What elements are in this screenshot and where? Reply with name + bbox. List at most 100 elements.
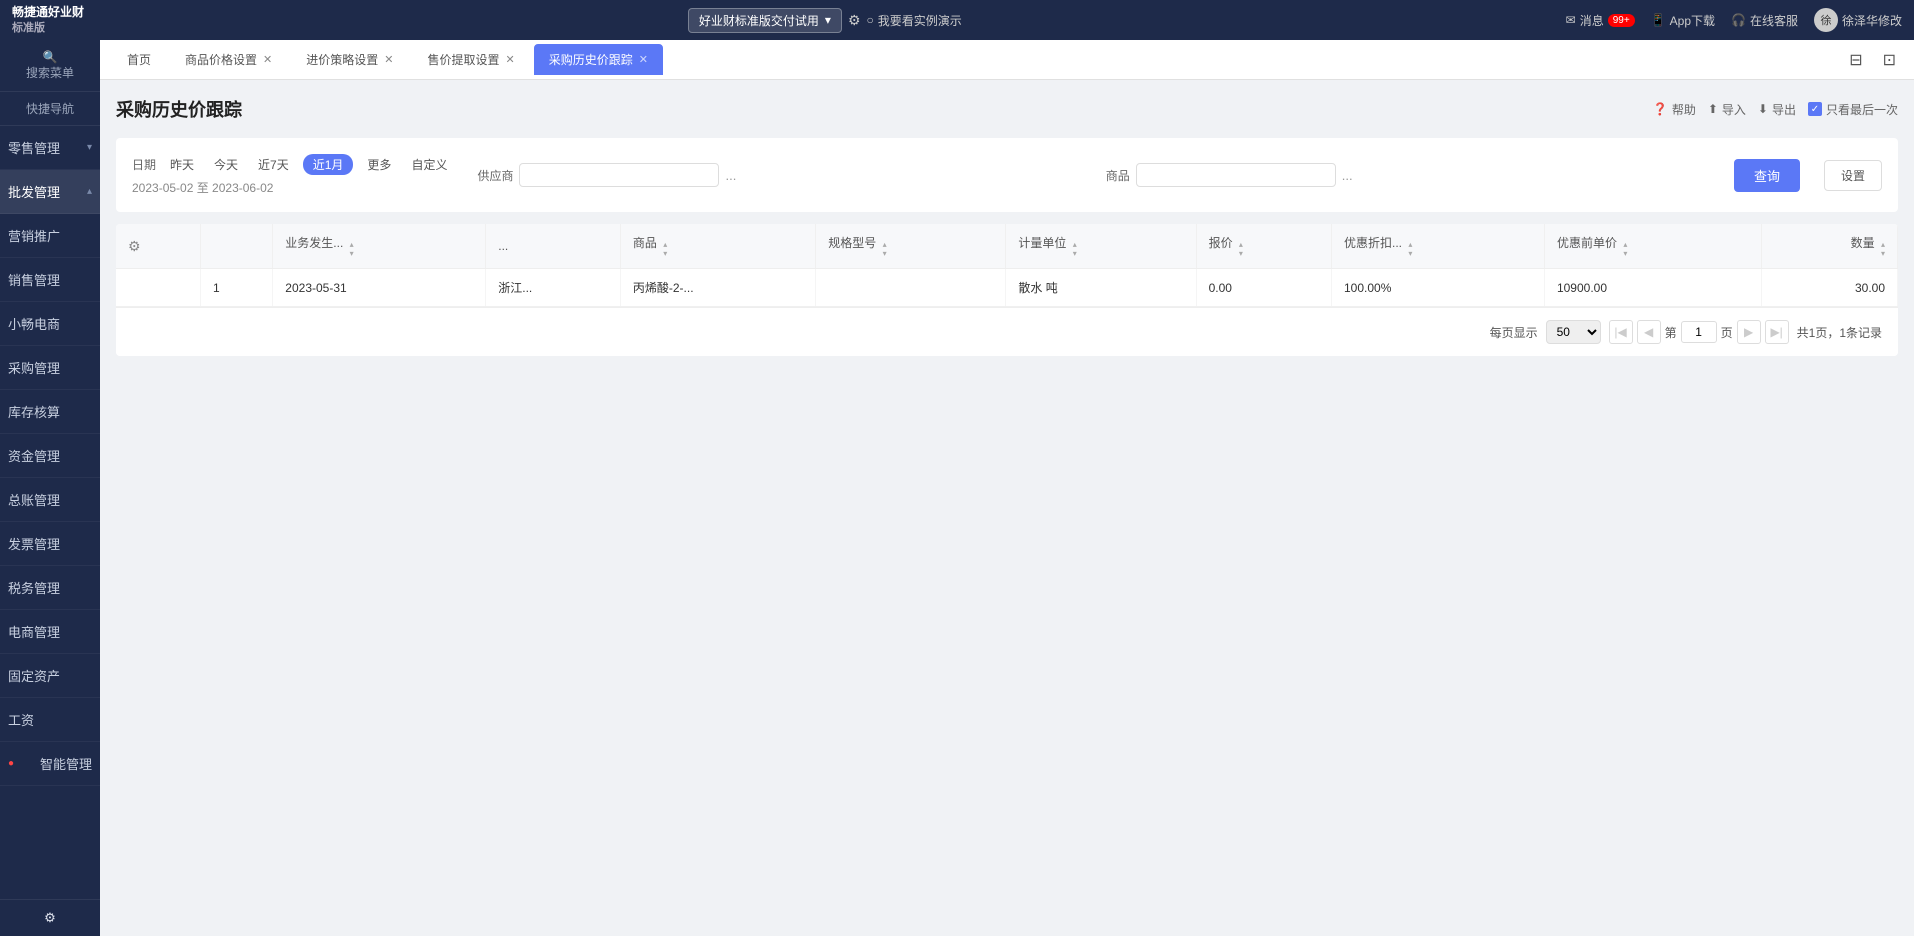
col-price-before[interactable]: 优惠前单价 ▴▾ <box>1544 224 1762 269</box>
sidebar-item-label: 资金管理 <box>8 446 60 465</box>
chevron-down-icon: ▾ <box>825 13 831 27</box>
chevron-up-icon: ▴ <box>87 186 92 197</box>
filter-bar: 日期 昨天 今天 近7天 近1月 更多 自定义 2023-05-02 至 202… <box>116 138 1898 212</box>
sidebar-item-ledger[interactable]: 总账管理 <box>0 478 100 522</box>
filter-row: 日期 昨天 今天 近7天 近1月 更多 自定义 2023-05-02 至 202… <box>132 154 1882 196</box>
col-seq <box>201 224 273 269</box>
tab-home[interactable]: 首页 <box>112 44 166 75</box>
sidebar-item-wholesale[interactable]: 批发管理 ▴ <box>0 170 100 214</box>
per-page-select[interactable]: 50 20 100 200 <box>1546 320 1601 344</box>
chevron-down-icon: ▾ <box>87 142 92 153</box>
cell-gear <box>116 269 201 307</box>
window-minimize-button[interactable]: ⊟ <box>1843 48 1868 72</box>
col-product[interactable]: 商品 ▴▾ <box>620 224 815 269</box>
supplier-more-button[interactable]: ... <box>725 168 736 183</box>
message-button[interactable]: ✉ 消息 99+ <box>1566 12 1635 29</box>
tab-close-history-price[interactable]: ✕ <box>639 53 648 66</box>
date-btn-last1m[interactable]: 近1月 <box>303 154 354 175</box>
sidebar-item-purchase[interactable]: 采购管理 <box>0 346 100 390</box>
col-more[interactable]: ... <box>486 224 621 269</box>
edition-selector[interactable]: 好业财标准版交付试用 ▾ <box>688 8 842 33</box>
sidebar-item-retail[interactable]: 零售管理 ▾ <box>0 126 100 170</box>
first-page-button[interactable]: |◀ <box>1609 320 1633 344</box>
product-label: 商品 <box>1106 167 1130 184</box>
supplier-filter: 供应商 ... <box>477 163 1081 187</box>
sort-icon: ▴▾ <box>1408 240 1412 258</box>
sidebar-item-label: 税务管理 <box>8 578 60 597</box>
export-button[interactable]: ⬇ 导出 <box>1758 101 1796 118</box>
col-qty[interactable]: 数量 ▴▾ <box>1762 224 1898 269</box>
col-quote[interactable]: 报价 ▴▾ <box>1196 224 1331 269</box>
prev-page-button[interactable]: ◀ <box>1637 320 1661 344</box>
date-btn-last7[interactable]: 近7天 <box>252 154 295 175</box>
sidebar-search[interactable]: 🔍 搜索菜单 <box>0 40 100 92</box>
tab-close-purchase-strategy[interactable]: ✕ <box>384 53 393 66</box>
product-more-button[interactable]: ... <box>1342 168 1353 183</box>
tab-price[interactable]: 商品价格设置 ✕ <box>170 44 287 75</box>
sidebar-item-tax[interactable]: 税务管理 <box>0 566 100 610</box>
sidebar-item-label: 销售管理 <box>8 270 60 289</box>
date-btn-today[interactable]: 今天 <box>208 154 244 175</box>
supplier-input[interactable] <box>519 163 719 187</box>
date-btn-custom[interactable]: 自定义 <box>405 154 453 175</box>
cell-date: 2023-05-31 <box>273 269 486 307</box>
col-spec[interactable]: 规格型号 ▴▾ <box>816 224 1006 269</box>
import-button[interactable]: ⬆ 导入 <box>1708 101 1746 118</box>
sidebar-item-marketing[interactable]: 营销推广 <box>0 214 100 258</box>
cell-discount: 100.00% <box>1331 269 1544 307</box>
sidebar-item-finance[interactable]: 资金管理 <box>0 434 100 478</box>
date-btn-yesterday[interactable]: 昨天 <box>164 154 200 175</box>
sidebar-item-ecom-small[interactable]: 小畅电商 <box>0 302 100 346</box>
window-maximize-button[interactable]: ⊡ <box>1877 48 1902 72</box>
last-page-button[interactable]: ▶| <box>1765 320 1789 344</box>
date-filter-group: 日期 昨天 今天 近7天 近1月 更多 自定义 2023-05-02 至 202… <box>132 154 453 196</box>
query-button[interactable]: 查询 <box>1734 159 1800 192</box>
help-button[interactable]: ❓ 帮助 <box>1653 101 1696 118</box>
sort-icon: ▴▾ <box>350 240 354 258</box>
sidebar-item-invoice[interactable]: 发票管理 <box>0 522 100 566</box>
page-input[interactable] <box>1681 321 1717 343</box>
page-actions: ❓ 帮助 ⬆ 导入 ⬇ 导出 ✓ 只看最后一次 <box>1653 101 1898 118</box>
online-service-button[interactable]: 🎧 在线客服 <box>1731 12 1798 29</box>
pagination: 每页显示 50 20 100 200 |◀ ◀ 第 页 ▶ ▶| <box>116 307 1898 356</box>
col-gear[interactable]: ⚙ <box>116 224 201 269</box>
date-btn-more[interactable]: 更多 <box>361 154 397 175</box>
page-suffix: 页 <box>1721 324 1733 341</box>
tab-close-price[interactable]: ✕ <box>263 53 272 66</box>
tab-sale-price[interactable]: 售价提取设置 ✕ <box>412 44 529 75</box>
col-discount[interactable]: 优惠折扣... ▴▾ <box>1331 224 1544 269</box>
only-last-checkbox[interactable]: ✓ 只看最后一次 <box>1808 101 1898 118</box>
sidebar-item-assets[interactable]: 固定资产 <box>0 654 100 698</box>
tab-purchase-strategy[interactable]: 进价策略设置 ✕ <box>291 44 408 75</box>
topbar-settings-button[interactable]: ⚙ <box>848 12 861 29</box>
topbar-left: 畅捷通好业财 标准版 <box>12 5 84 35</box>
product-input[interactable] <box>1136 163 1336 187</box>
sidebar-quicknav[interactable]: 快捷导航 <box>0 92 100 126</box>
tab-close-sale-price[interactable]: ✕ <box>506 53 515 66</box>
sidebar-settings[interactable]: ⚙ <box>0 899 100 936</box>
sidebar-item-inventory[interactable]: 库存核算 <box>0 390 100 434</box>
app-download-button[interactable]: 📱 App下载 <box>1651 12 1715 29</box>
sidebar-item-payroll[interactable]: 工资 <box>0 698 100 742</box>
sort-icon: ▴▾ <box>663 240 667 258</box>
sidebar-item-ecom[interactable]: 电商管理 <box>0 610 100 654</box>
content-area: 首页 商品价格设置 ✕ 进价策略设置 ✕ 售价提取设置 ✕ 采购历史价跟踪 ✕ … <box>100 40 1914 936</box>
sidebar-item-label: 总账管理 <box>8 490 60 509</box>
tab-history-price[interactable]: 采购历史价跟踪 ✕ <box>534 44 663 75</box>
sidebar-item-smart[interactable]: ● 智能管理 <box>0 742 100 786</box>
col-date[interactable]: 业务发生... ▴▾ <box>273 224 486 269</box>
help-icon: ❓ <box>1653 102 1668 116</box>
filter-settings-button[interactable]: 设置 <box>1824 160 1882 191</box>
date-filter-label: 日期 <box>132 156 156 173</box>
sidebar-item-sales[interactable]: 销售管理 <box>0 258 100 302</box>
sidebar-item-label: 营销推广 <box>8 226 60 245</box>
import-icon: ⬆ <box>1708 102 1718 116</box>
phone-icon: 📱 <box>1651 13 1666 27</box>
next-page-button[interactable]: ▶ <box>1737 320 1761 344</box>
user-menu-button[interactable]: 徐 徐泽华修改 <box>1814 8 1902 32</box>
demo-link[interactable]: ○ 我要看实例演示 <box>867 12 962 29</box>
cell-price-before: 10900.00 <box>1544 269 1762 307</box>
topbar: 畅捷通好业财 标准版 好业财标准版交付试用 ▾ ⚙ ○ 我要看实例演示 ✉ 消息… <box>0 0 1914 40</box>
col-unit[interactable]: 计量单位 ▴▾ <box>1006 224 1196 269</box>
sort-icon: ▴▾ <box>1881 240 1885 258</box>
